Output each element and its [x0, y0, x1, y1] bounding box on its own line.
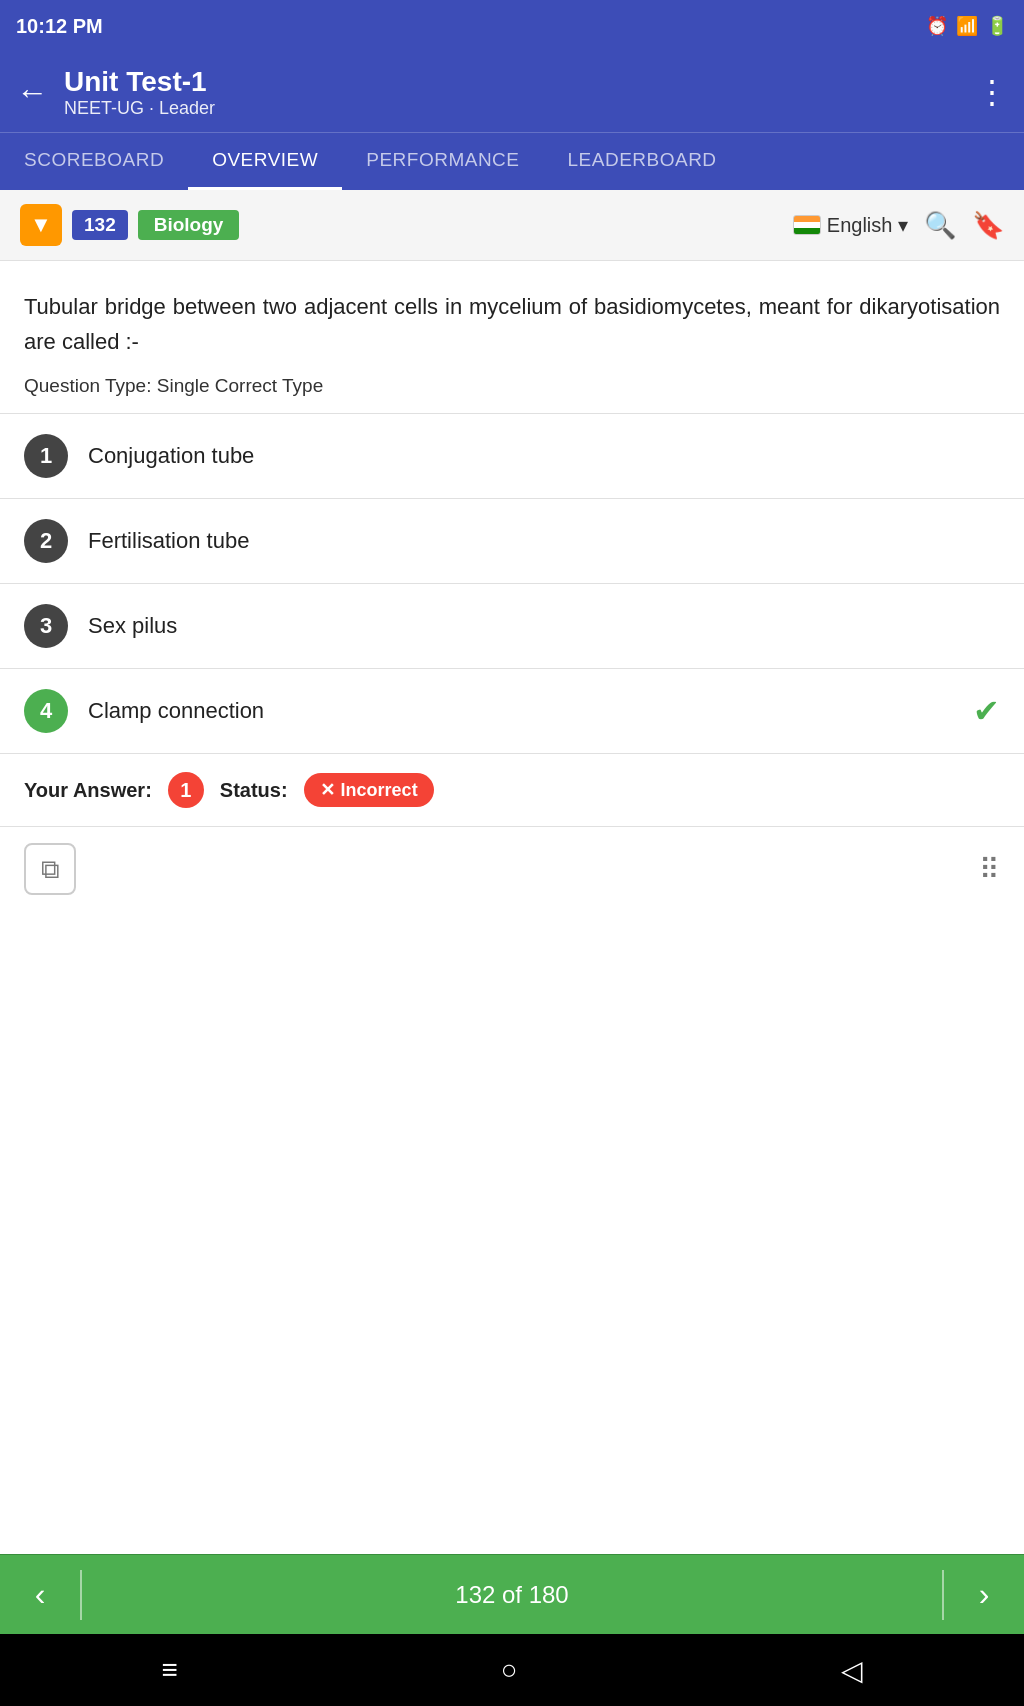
tab-performance[interactable]: PERFORMANCE: [342, 133, 543, 190]
sys-back-icon: ◁: [841, 1655, 863, 1686]
option-text-3: Sex pilus: [88, 613, 1000, 639]
answer-status: Your Answer: 1 Status: ✕ Incorrect: [0, 754, 1024, 827]
status-bar: 10:12 PM ⏰ 📶 🔋: [0, 0, 1024, 52]
status-icons: ⏰ 📶 🔋: [926, 15, 1008, 37]
option-text-4: Clamp connection: [88, 698, 953, 724]
alarm-icon: ⏰: [926, 15, 948, 37]
app-title: Unit Test-1: [64, 66, 960, 98]
signal-icon: 📶: [956, 15, 978, 37]
menu-button[interactable]: ⋮: [976, 73, 1008, 111]
filter-button[interactable]: ▼: [20, 204, 62, 246]
sys-back-button[interactable]: ◁: [801, 1644, 903, 1697]
question-type-label: Question Type:: [24, 375, 151, 396]
option-row-3[interactable]: 3 Sex pilus: [0, 584, 1024, 669]
tab-overview[interactable]: OVERVIEW: [188, 133, 342, 190]
sys-menu-icon: ≡: [161, 1654, 177, 1685]
sys-menu-button[interactable]: ≡: [121, 1644, 217, 1696]
action-row: ⧉ ⠿: [0, 827, 1024, 911]
copy-button[interactable]: ⧉: [24, 843, 76, 895]
status-label: Status:: [220, 779, 288, 802]
option-row-1[interactable]: 1 Conjugation tube: [0, 414, 1024, 499]
filter-bar: ▼ 132 Biology English ▾ 🔍 🔖: [0, 190, 1024, 261]
question-area: Tubular bridge between two adjacent cell…: [0, 261, 1024, 414]
search-button[interactable]: 🔍: [924, 210, 956, 241]
correct-check-icon: ✔: [973, 692, 1000, 730]
back-button[interactable]: ←: [16, 74, 48, 111]
question-text: Tubular bridge between two adjacent cell…: [24, 289, 1000, 359]
content-spacer: [0, 911, 1024, 1554]
bookmark-icon: 🔖: [972, 210, 1004, 240]
option-text-2: Fertilisation tube: [88, 528, 1000, 554]
bottom-nav: ‹ 132 of 180 ›: [0, 1554, 1024, 1634]
bookmark-button[interactable]: 🔖: [972, 210, 1004, 241]
sys-home-button[interactable]: ○: [461, 1644, 558, 1696]
prev-button[interactable]: ‹: [0, 1555, 80, 1634]
grid-icon: ⠿: [979, 854, 1000, 885]
question-type-value: Single Correct Type: [157, 375, 324, 396]
question-type: Question Type: Single Correct Type: [24, 375, 1000, 397]
option-number-4: 4: [24, 689, 68, 733]
option-number-1: 1: [24, 434, 68, 478]
filter-icon-symbol: ▼: [30, 212, 52, 238]
your-answer-number: 1: [168, 772, 204, 808]
prev-icon: ‹: [35, 1576, 46, 1613]
system-nav-bar: ≡ ○ ◁: [0, 1634, 1024, 1706]
app-bar: ← Unit Test-1 NEET-UG · Leader ⋮: [0, 52, 1024, 132]
option-number-3: 3: [24, 604, 68, 648]
option-row-4[interactable]: 4 Clamp connection ✔: [0, 669, 1024, 754]
option-number-2: 2: [24, 519, 68, 563]
battery-icon: 🔋: [986, 15, 1008, 37]
search-icon: 🔍: [924, 210, 956, 240]
incorrect-icon: ✕: [320, 779, 335, 801]
next-icon: ›: [979, 1576, 990, 1613]
tab-leaderboard[interactable]: LEADERBOARD: [544, 133, 741, 190]
grid-button[interactable]: ⠿: [979, 853, 1000, 886]
app-bar-titles: Unit Test-1 NEET-UG · Leader: [64, 66, 960, 119]
incorrect-badge: ✕ Incorrect: [304, 773, 434, 807]
incorrect-text: Incorrect: [341, 780, 418, 801]
pagination-text: 132 of 180: [82, 1581, 942, 1609]
question-number-badge: 132: [72, 210, 128, 240]
status-time: 10:12 PM: [16, 15, 103, 38]
options-list: 1 Conjugation tube 2 Fertilisation tube …: [0, 414, 1024, 754]
subject-badge: Biology: [138, 210, 240, 240]
filter-right: English ▾ 🔍 🔖: [793, 210, 1004, 241]
sys-home-icon: ○: [501, 1654, 518, 1685]
copy-icon: ⧉: [41, 854, 60, 885]
your-answer-label: Your Answer:: [24, 779, 152, 802]
tab-scoreboard[interactable]: SCOREBOARD: [0, 133, 188, 190]
language-flag: [793, 215, 821, 235]
tab-bar: SCOREBOARD OVERVIEW PERFORMANCE LEADERBO…: [0, 132, 1024, 190]
language-selector[interactable]: English ▾: [793, 213, 908, 237]
filter-left: ▼ 132 Biology: [20, 204, 239, 246]
next-button[interactable]: ›: [944, 1555, 1024, 1634]
option-text-1: Conjugation tube: [88, 443, 1000, 469]
app-subtitle: NEET-UG · Leader: [64, 98, 960, 119]
option-row-2[interactable]: 2 Fertilisation tube: [0, 499, 1024, 584]
language-label: English ▾: [827, 213, 908, 237]
